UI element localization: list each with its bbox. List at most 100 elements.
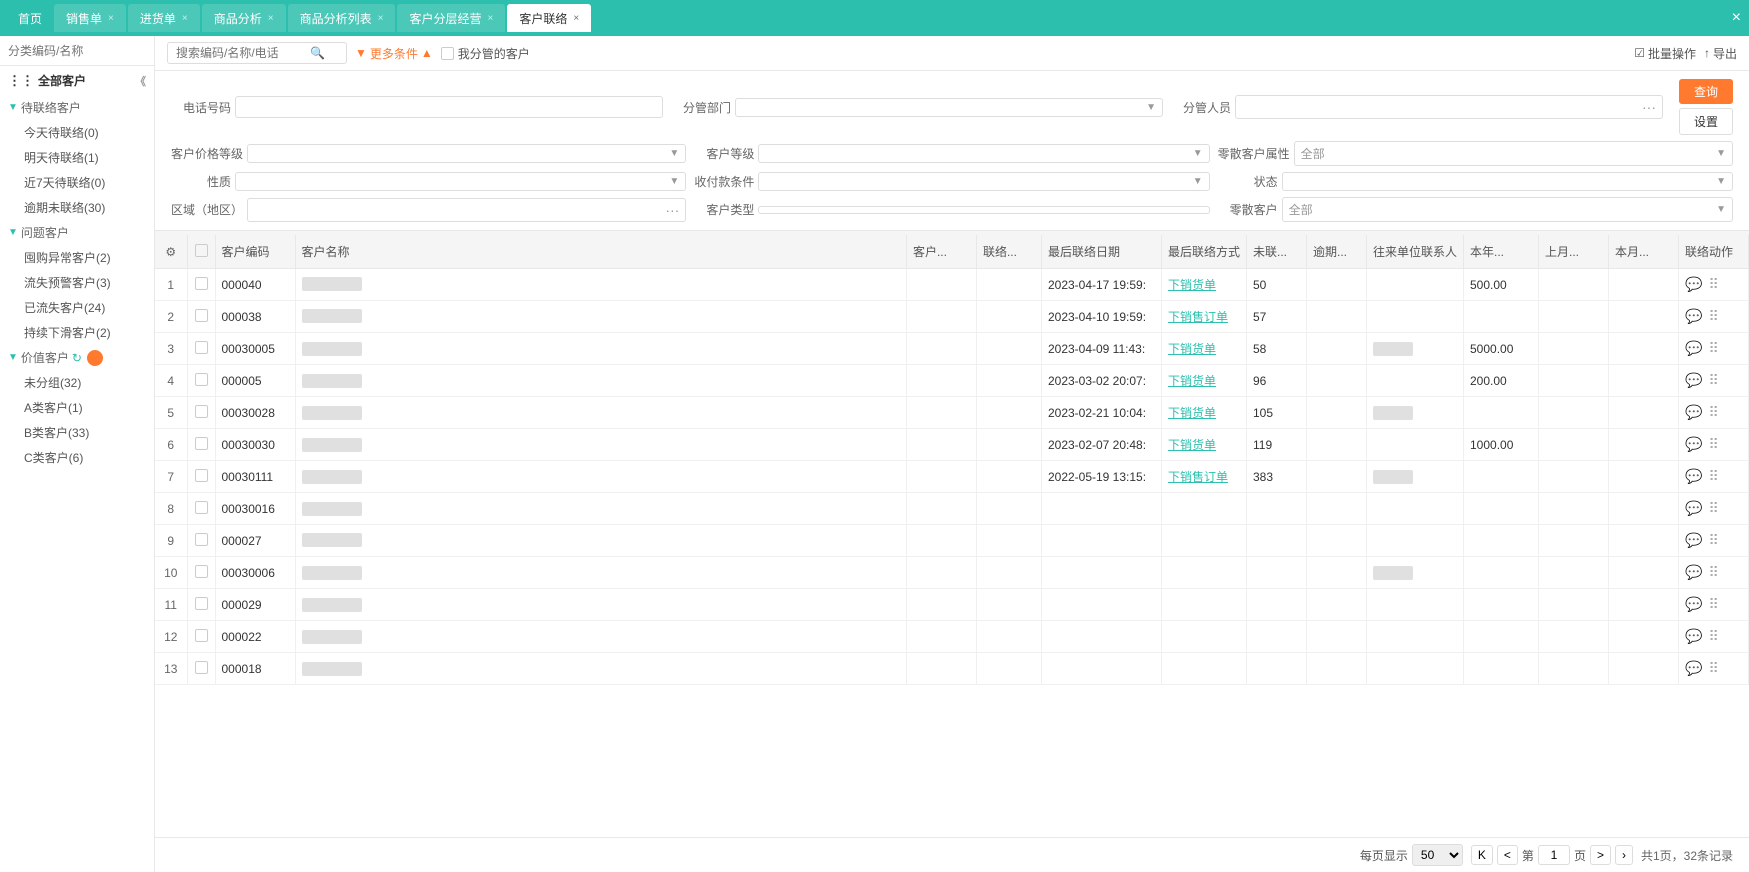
cell-check[interactable] — [187, 333, 215, 365]
settings-gear-icon[interactable]: ⚙ — [165, 245, 176, 259]
contact-icon[interactable]: 💬 — [1685, 532, 1702, 549]
filter-retail-attr-select[interactable]: 全部 ▼ — [1294, 141, 1733, 166]
export-btn[interactable]: ↑ 导出 — [1704, 45, 1737, 62]
filter-region-select[interactable]: ··· — [247, 198, 686, 222]
sidebar-item-tomorrow-pending[interactable]: 明天待联络(1) — [0, 145, 154, 170]
filter-nature-select[interactable]: ▼ — [235, 172, 686, 191]
row-checkbox[interactable] — [195, 629, 208, 642]
filter-payment-select[interactable]: ▼ — [758, 172, 1209, 191]
my-customers-checkbox[interactable]: 我分管的客户 — [441, 45, 530, 62]
contact-icon[interactable]: 💬 — [1685, 340, 1702, 357]
last-way-link[interactable]: 下销货单 — [1168, 374, 1216, 388]
th-checkbox[interactable] — [187, 235, 215, 269]
cell-check[interactable] — [187, 589, 215, 621]
sidebar-group-problem[interactable]: ▼ 问题客户 — [0, 220, 154, 245]
filter-person-select[interactable]: ··· — [1235, 95, 1663, 119]
cell-check[interactable] — [187, 429, 215, 461]
filter-phone-input[interactable] — [235, 96, 663, 118]
more-action-icon[interactable]: ⠿ — [1708, 436, 1718, 453]
sidebar-item-7days-pending[interactable]: 近7天待联络(0) — [0, 170, 154, 195]
person-select-dots-icon[interactable]: ··· — [1642, 99, 1656, 115]
tab-product-analysis-list[interactable]: 商品分析列表 × — [288, 4, 396, 32]
cell-check[interactable] — [187, 269, 215, 301]
refresh-icon[interactable]: ↻ — [72, 351, 82, 365]
sidebar-group-pending[interactable]: ▼ 待联络客户 — [0, 95, 154, 120]
contact-icon[interactable]: 💬 — [1685, 372, 1702, 389]
page-number-input[interactable] — [1538, 845, 1570, 865]
filter-status-select[interactable]: ▼ — [1282, 172, 1733, 191]
sidebar-all-customers[interactable]: ⋮⋮ 全部客户 《 — [0, 66, 154, 95]
more-action-icon[interactable]: ⠿ — [1708, 404, 1718, 421]
tab-purchase-order[interactable]: 进货单 × — [128, 4, 200, 32]
cell-check[interactable] — [187, 397, 215, 429]
last-way-link[interactable]: 下销货单 — [1168, 278, 1216, 292]
more-conditions-btn[interactable]: ▼ 更多条件 ▲ — [355, 45, 433, 62]
last-page-btn[interactable]: › — [1615, 845, 1633, 865]
sidebar-item-b-class[interactable]: B类客户(33) — [0, 420, 154, 445]
page-size-select[interactable]: 50 100 — [1412, 844, 1463, 866]
sidebar-item-churn-warning[interactable]: 流失预警客户(3) — [0, 270, 154, 295]
more-action-icon[interactable]: ⠿ — [1708, 596, 1718, 613]
filter-dept-select[interactable]: ▼ — [735, 98, 1163, 117]
filter-retail-customer-select[interactable]: 全部 ▼ — [1282, 197, 1733, 222]
row-checkbox[interactable] — [195, 373, 208, 386]
more-action-icon[interactable]: ⠿ — [1708, 660, 1718, 677]
filter-customer-grade-select[interactable]: ▼ — [758, 144, 1209, 163]
cell-check[interactable] — [187, 301, 215, 333]
close-customer-segment-icon[interactable]: × — [487, 13, 493, 24]
more-action-icon[interactable]: ⠿ — [1708, 308, 1718, 325]
more-action-icon[interactable]: ⠿ — [1708, 628, 1718, 645]
close-customer-contact-icon[interactable]: × — [573, 13, 579, 24]
row-checkbox[interactable] — [195, 565, 208, 578]
last-way-link[interactable]: 下销售订单 — [1168, 310, 1228, 324]
contact-icon[interactable]: 💬 — [1685, 628, 1702, 645]
cell-check[interactable] — [187, 653, 215, 685]
row-checkbox[interactable] — [195, 437, 208, 450]
region-dots-icon[interactable]: ··· — [665, 202, 679, 218]
prev-page-btn[interactable]: < — [1497, 845, 1518, 865]
close-all-icon[interactable]: × — [1732, 9, 1741, 27]
row-checkbox[interactable] — [195, 405, 208, 418]
tab-product-analysis[interactable]: 商品分析 × — [202, 4, 286, 32]
filter-search-icon[interactable]: 🔍 — [310, 46, 325, 60]
more-action-icon[interactable]: ⠿ — [1708, 500, 1718, 517]
row-checkbox[interactable] — [195, 501, 208, 514]
close-sales-order-icon[interactable]: × — [108, 13, 114, 24]
contact-icon[interactable]: 💬 — [1685, 596, 1702, 613]
cell-check[interactable] — [187, 557, 215, 589]
tab-sales-order[interactable]: 销售单 × — [54, 4, 126, 32]
query-button[interactable]: 查询 — [1679, 79, 1733, 104]
sidebar-group-value[interactable]: ▼ 价值客户 ↻ — [0, 345, 154, 370]
row-checkbox[interactable] — [195, 533, 208, 546]
tab-customer-contact[interactable]: 客户联络 × — [507, 4, 591, 32]
last-way-link[interactable]: 下销售订单 — [1168, 470, 1228, 484]
contact-icon[interactable]: 💬 — [1685, 500, 1702, 517]
batch-op-btn[interactable]: ☑ 批量操作 — [1634, 45, 1696, 62]
row-checkbox[interactable] — [195, 469, 208, 482]
more-action-icon[interactable]: ⠿ — [1708, 468, 1718, 485]
sidebar-item-abnormal[interactable]: 囤购异常客户(2) — [0, 245, 154, 270]
tab-customer-segment[interactable]: 客户分层经营 × — [397, 4, 505, 32]
contact-icon[interactable]: 💬 — [1685, 564, 1702, 581]
more-action-icon[interactable]: ⠿ — [1708, 276, 1718, 293]
contact-icon[interactable]: 💬 — [1685, 436, 1702, 453]
cell-check[interactable] — [187, 621, 215, 653]
last-way-link[interactable]: 下销货单 — [1168, 406, 1216, 420]
more-action-icon[interactable]: ⠿ — [1708, 532, 1718, 549]
row-checkbox[interactable] — [195, 661, 208, 674]
header-checkbox-icon[interactable] — [195, 244, 208, 257]
cell-check[interactable] — [187, 525, 215, 557]
contact-icon[interactable]: 💬 — [1685, 660, 1702, 677]
more-action-icon[interactable]: ⠿ — [1708, 372, 1718, 389]
search-input[interactable] — [176, 46, 306, 60]
first-page-btn[interactable]: K — [1471, 845, 1493, 865]
more-action-icon[interactable]: ⠿ — [1708, 564, 1718, 581]
next-page-btn[interactable]: > — [1590, 845, 1611, 865]
my-customers-check-icon[interactable] — [441, 47, 454, 60]
filter-price-grade-select[interactable]: ▼ — [247, 144, 686, 163]
row-checkbox[interactable] — [195, 341, 208, 354]
sidebar-item-ungrouped[interactable]: 未分组(32) — [0, 370, 154, 395]
last-way-link[interactable]: 下销货单 — [1168, 342, 1216, 356]
contact-icon[interactable]: 💬 — [1685, 404, 1702, 421]
close-purchase-order-icon[interactable]: × — [182, 13, 188, 24]
